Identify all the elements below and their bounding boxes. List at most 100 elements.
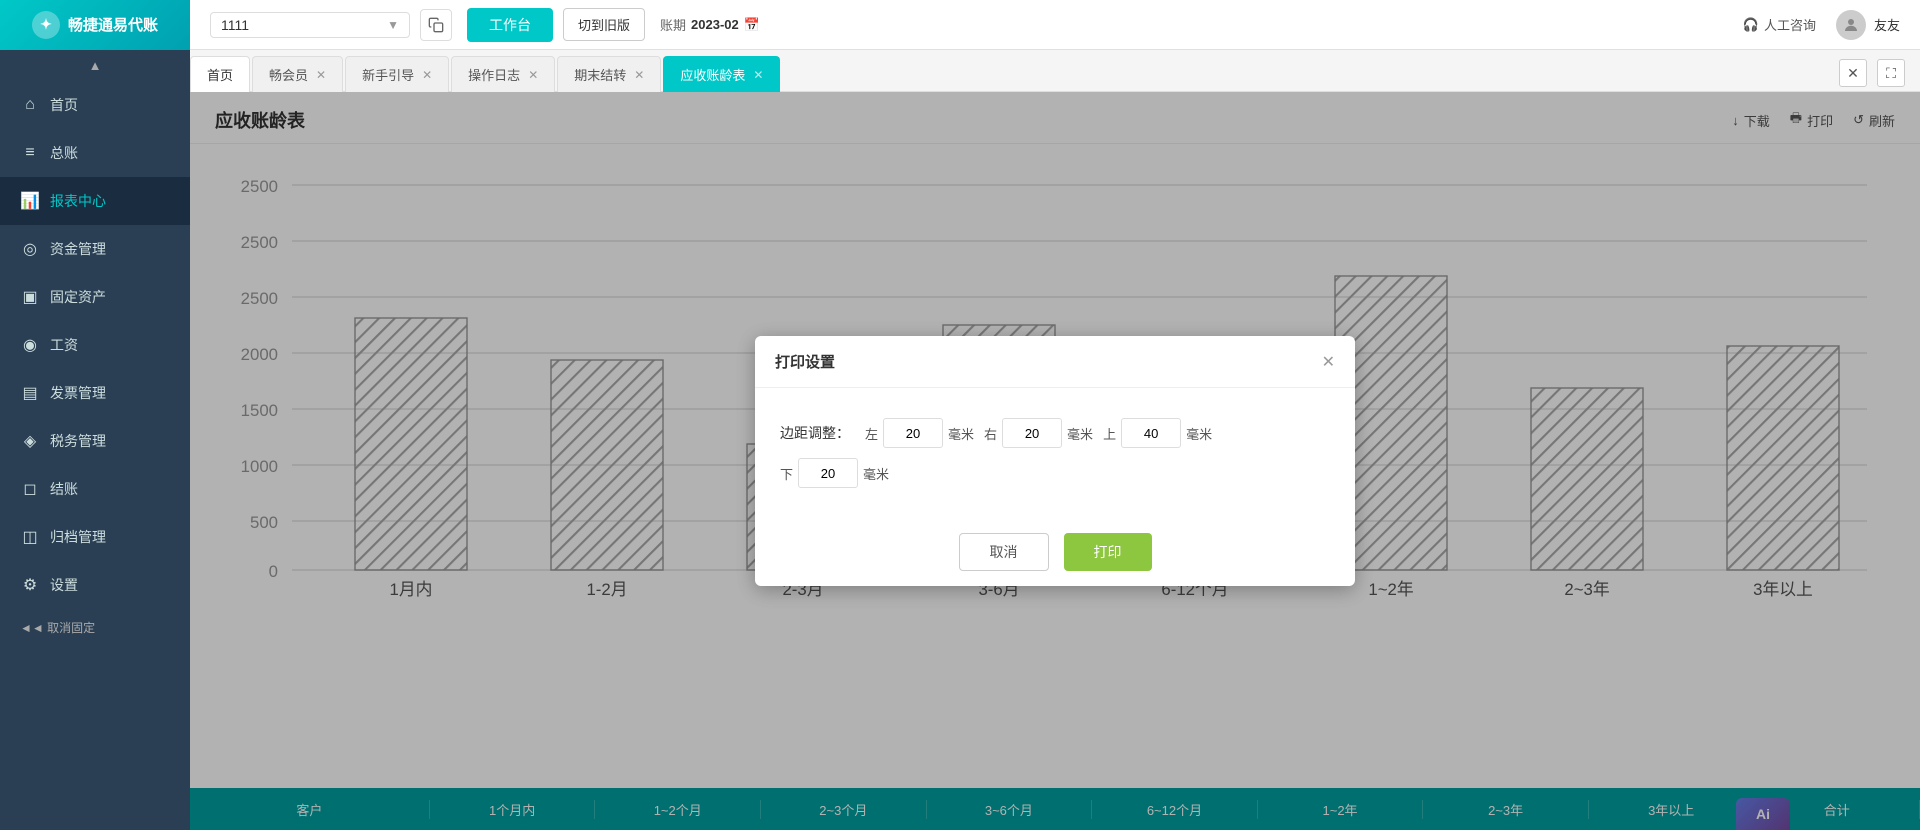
archive-icon: ◫ [20, 527, 40, 547]
sidebar-label-salary: 工资 [50, 335, 78, 355]
bottom-direction-label: 下 [780, 464, 793, 483]
dialog-title: 打印设置 [775, 351, 835, 372]
dialog-body: 边距调整： 左 毫米 右 毫米 [755, 388, 1355, 518]
user-name: 友友 [1874, 15, 1900, 34]
right-unit-label: 毫米 [1067, 424, 1093, 443]
tab-oplog[interactable]: 操作日志 ✕ [451, 56, 555, 92]
calendar-icon[interactable]: 📅 [744, 17, 760, 33]
sidebar-label-reports: 报表中心 [50, 191, 106, 211]
margin-bottom-group: 下 毫米 [780, 458, 889, 488]
bottom-margin-input[interactable] [798, 458, 858, 488]
settle-icon: ◻ [20, 479, 40, 499]
tab-oplog-close[interactable]: ✕ [528, 68, 538, 82]
ledger-icon: ≡ [20, 144, 40, 162]
tab-aging-close[interactable]: ✕ [753, 68, 763, 82]
tab-yearend-label: 期末结转 [574, 65, 626, 84]
print-settings-dialog: 打印设置 ✕ 边距调整： 左 毫米 右 [755, 336, 1355, 586]
consultation-label: 人工咨询 [1764, 15, 1816, 34]
invoices-icon: ▤ [20, 383, 40, 403]
sidebar-label-archive: 归档管理 [50, 527, 106, 547]
assets-icon: ▣ [20, 287, 40, 307]
sidebar-label-ledger: 总账 [50, 143, 78, 163]
sidebar-label-assets: 固定资产 [50, 287, 106, 307]
sidebar-item-assets[interactable]: ▣ 固定资产 [0, 273, 190, 321]
sidebar-item-settings[interactable]: ⚙ 设置 [0, 561, 190, 609]
bottom-unit-label: 毫米 [863, 464, 889, 483]
left-direction-label: 左 [865, 424, 878, 443]
sidebar-label-settings: 设置 [50, 575, 78, 595]
page-content: 应收账龄表 ↓ 下载 🖶 打印 ↺ 刷新 [190, 92, 1920, 830]
sidebar-label-tax: 税务管理 [50, 431, 106, 451]
left-unit-label: 毫米 [948, 424, 974, 443]
right-margin-input[interactable] [1002, 418, 1062, 448]
switch-version-button[interactable]: 切到旧版 [563, 8, 645, 41]
cancel-fix-button[interactable]: ◄◄ 取消固定 [0, 609, 190, 646]
tab-home[interactable]: 首页 [190, 56, 250, 92]
top-unit-label: 毫米 [1186, 424, 1212, 443]
cancel-fix-label: ◄◄ 取消固定 [20, 619, 95, 636]
dialog-close-button[interactable]: ✕ [1322, 352, 1335, 372]
consultation-button[interactable]: 🎧 人工咨询 [1743, 15, 1816, 34]
period-value: 2023-02 [691, 17, 739, 32]
header-right: 🎧 人工咨询 友友 [1743, 10, 1900, 40]
tab-expand-button[interactable]: ⛶ [1877, 59, 1905, 87]
print-confirm-button[interactable]: 打印 [1064, 533, 1152, 571]
sidebar-label-settle: 结账 [50, 479, 78, 499]
top-margin-input[interactable] [1121, 418, 1181, 448]
tab-guide[interactable]: 新手引导 ✕ [345, 56, 449, 92]
margin-right-group: 右 毫米 [984, 418, 1093, 448]
sidebar-item-funds[interactable]: ◎ 资金管理 [0, 225, 190, 273]
left-margin-input[interactable] [883, 418, 943, 448]
logo-text: 畅捷通易代账 [68, 14, 158, 35]
sidebar-item-salary[interactable]: ◉ 工资 [0, 321, 190, 369]
tab-oplog-label: 操作日志 [468, 65, 520, 84]
tab-guide-label: 新手引导 [362, 65, 414, 84]
cancel-button[interactable]: 取消 [959, 533, 1049, 571]
sidebar-item-home[interactable]: ⌂ 首页 [0, 81, 190, 129]
sidebar-scroll-up[interactable]: ▲ [0, 50, 190, 81]
tab-yearend[interactable]: 期末结转 ✕ [557, 56, 661, 92]
headset-icon: 🎧 [1743, 17, 1759, 33]
dialog-footer: 取消 打印 [755, 518, 1355, 586]
sidebar-item-settle[interactable]: ◻ 结账 [0, 465, 190, 513]
sidebar-item-archive[interactable]: ◫ 归档管理 [0, 513, 190, 561]
sidebar-label-home: 首页 [50, 95, 78, 115]
logo-icon: ✦ [32, 11, 60, 39]
user-area[interactable]: 友友 [1836, 10, 1900, 40]
dropdown-icon: ▼ [387, 18, 399, 32]
salary-icon: ◉ [20, 335, 40, 355]
period-label: 账期 [660, 15, 686, 34]
main-layout: ▲ ⌂ 首页 ≡ 总账 📊 报表中心 ◎ 资金管理 ▣ 固定资产 ◉ 工资 ▤ … [0, 50, 1920, 830]
sidebar-item-reports[interactable]: 📊 报表中心 [0, 177, 190, 225]
margin-left-group: 左 毫米 [865, 418, 974, 448]
top-header: ✦ 畅捷通易代账 1111 ▼ 工作台 切到旧版 账期 2023-02 📅 🎧 … [0, 0, 1920, 50]
sidebar-label-funds: 资金管理 [50, 239, 106, 259]
copy-button[interactable] [420, 9, 452, 41]
content-area: 首页 畅会员 ✕ 新手引导 ✕ 操作日志 ✕ 期末结转 ✕ 应收账龄表 ✕ [190, 50, 1920, 830]
user-avatar [1836, 10, 1866, 40]
tab-aging-label: 应收账龄表 [680, 65, 745, 84]
tab-guide-close[interactable]: ✕ [422, 68, 432, 82]
tab-member-label: 畅会员 [269, 65, 308, 84]
sidebar-item-invoices[interactable]: ▤ 发票管理 [0, 369, 190, 417]
sidebar-item-tax[interactable]: ◈ 税务管理 [0, 417, 190, 465]
tab-member[interactable]: 畅会员 ✕ [252, 56, 343, 92]
tab-home-label: 首页 [207, 65, 233, 84]
home-icon: ⌂ [20, 96, 40, 114]
tab-bar: 首页 畅会员 ✕ 新手引导 ✕ 操作日志 ✕ 期末结转 ✕ 应收账龄表 ✕ [190, 50, 1920, 92]
margin-top-group: 上 毫米 [1103, 418, 1212, 448]
logo-area: ✦ 畅捷通易代账 [0, 0, 190, 50]
tab-close-all-button[interactable]: ✕ [1839, 59, 1867, 87]
dialog-overlay: 打印设置 ✕ 边距调整： 左 毫米 右 [190, 92, 1920, 830]
funds-icon: ◎ [20, 239, 40, 259]
margin-label: 边距调整： [780, 423, 850, 443]
dialog-header: 打印设置 ✕ [755, 336, 1355, 388]
tab-bar-actions: ✕ ⛶ [1839, 59, 1920, 91]
sidebar-item-ledger[interactable]: ≡ 总账 [0, 129, 190, 177]
company-selector[interactable]: 1111 ▼ [210, 12, 410, 38]
workbench-button[interactable]: 工作台 [467, 8, 553, 42]
settings-icon: ⚙ [20, 575, 40, 595]
tab-yearend-close[interactable]: ✕ [634, 68, 644, 82]
tab-aging[interactable]: 应收账龄表 ✕ [663, 56, 780, 92]
tab-member-close[interactable]: ✕ [316, 68, 326, 82]
